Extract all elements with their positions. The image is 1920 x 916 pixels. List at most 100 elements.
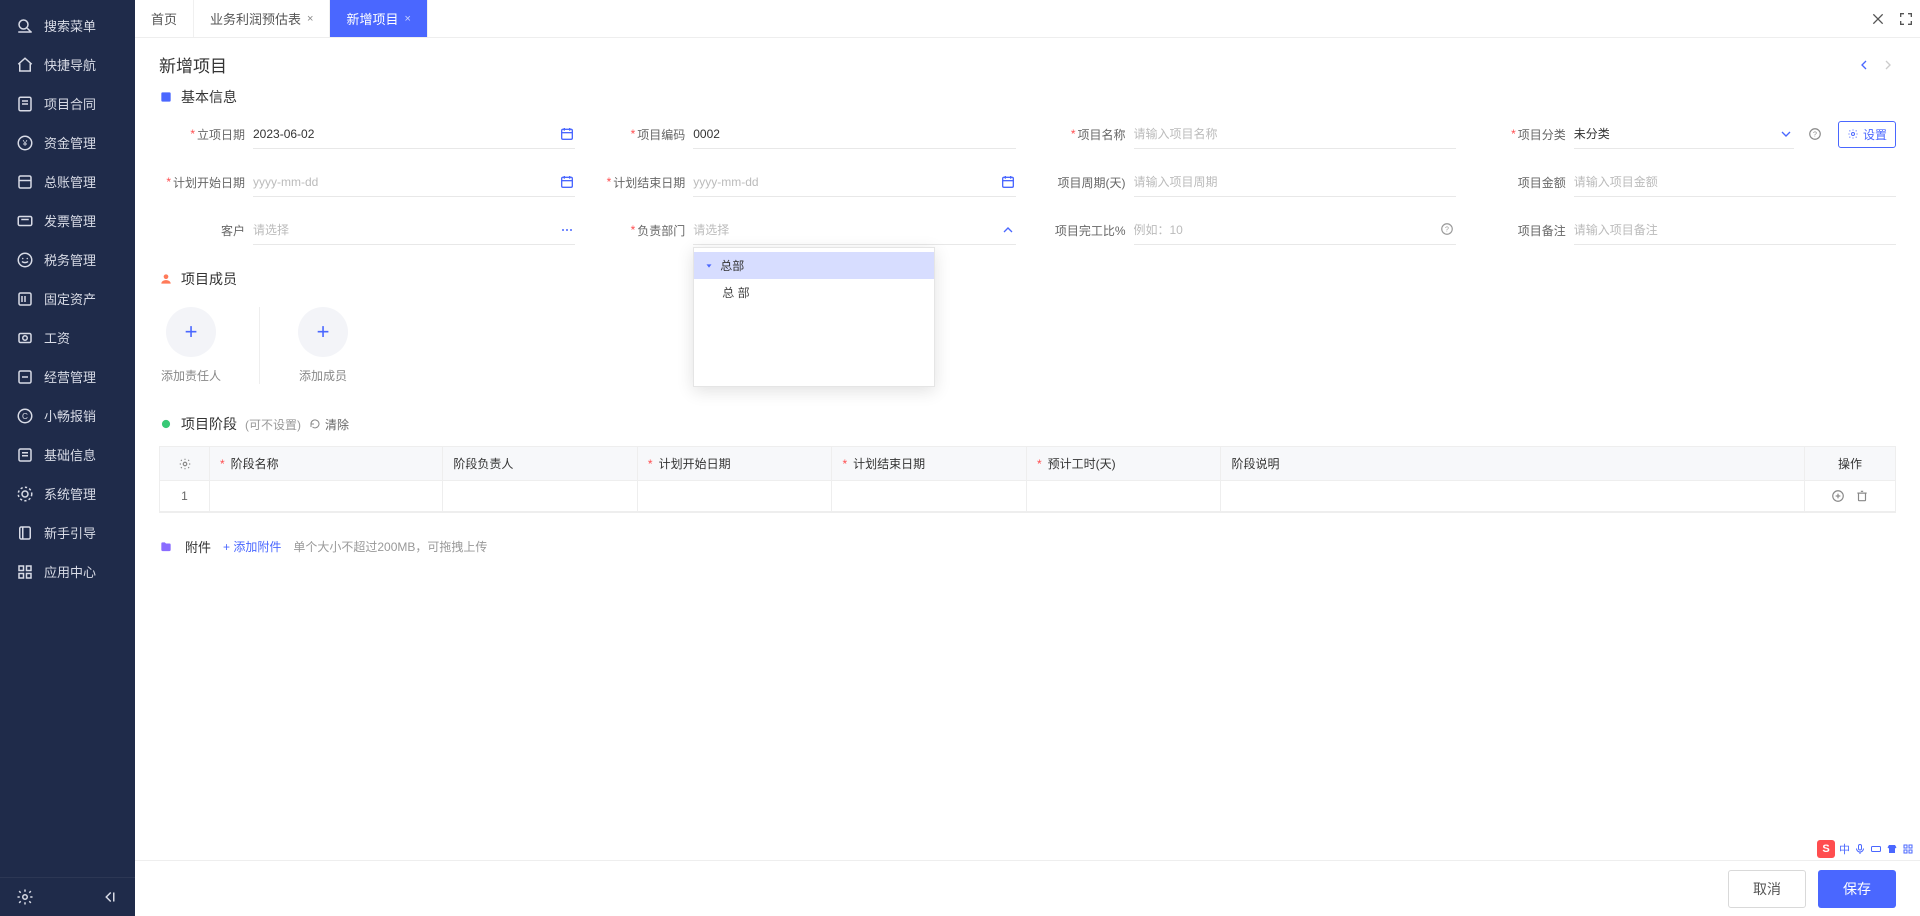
section-title: 项目阶段 <box>181 414 237 434</box>
code-input[interactable] <box>693 127 1015 141</box>
sidebar-item-search[interactable]: 搜索菜单 <box>0 6 135 45</box>
cell-owner[interactable] <box>443 481 638 512</box>
fullscreen-icon[interactable] <box>1898 11 1914 27</box>
plan-start-input[interactable] <box>253 175 559 189</box>
customer-select[interactable] <box>253 223 559 237</box>
sidebar-item-basicinfo[interactable]: 基础信息 <box>0 435 135 474</box>
footer: 取消 保存 <box>135 860 1920 916</box>
next-record-icon[interactable] <box>1880 57 1896 73</box>
sidebar-item-guide[interactable]: 新手引导 <box>0 513 135 552</box>
cell-start[interactable] <box>638 481 833 512</box>
field-label: 项目编码 <box>637 126 685 143</box>
sidebar-item-invoice[interactable]: 发票管理 <box>0 201 135 240</box>
plan-end-input[interactable] <box>693 175 999 189</box>
th-name: 阶段名称 <box>231 455 279 472</box>
sidebar-item-ledger[interactable]: 总账管理 <box>0 162 135 201</box>
cell-desc[interactable] <box>1221 481 1805 512</box>
tab-home[interactable]: 首页 <box>135 0 194 37</box>
apps-icon <box>16 563 34 581</box>
field-label: 计划开始日期 <box>173 174 245 191</box>
category-select[interactable] <box>1574 127 1778 141</box>
sidebar-item-tax[interactable]: 税务管理 <box>0 240 135 279</box>
tab-new-project[interactable]: 新增项目 × <box>330 0 427 37</box>
sidebar-item-label: 搜索菜单 <box>44 16 96 35</box>
cell-end[interactable] <box>832 481 1027 512</box>
close-icon[interactable]: × <box>404 13 410 25</box>
help-icon[interactable]: ? <box>1440 222 1456 238</box>
calendar-icon[interactable] <box>559 126 575 142</box>
gear-icon[interactable] <box>16 888 34 906</box>
collapse-icon[interactable] <box>101 888 119 906</box>
add-owner-button[interactable]: + <box>166 307 216 357</box>
cell-name[interactable] <box>210 481 443 512</box>
money-icon: ¥ <box>16 134 34 152</box>
cancel-button[interactable]: 取消 <box>1728 870 1806 908</box>
field-remark: 项目备注 <box>1480 215 1896 245</box>
ime-keyboard-icon <box>1870 843 1882 855</box>
complete-input[interactable] <box>1134 223 1440 237</box>
tab-label: 业务利润预估表 <box>210 9 301 28</box>
field-period: 项目周期(天) <box>1040 167 1456 197</box>
more-icon[interactable] <box>559 222 575 238</box>
field-label: 项目分类 <box>1518 126 1566 143</box>
tab-profit-estimate[interactable]: 业务利润预估表 × <box>194 0 330 37</box>
dept-select[interactable] <box>693 223 999 237</box>
amount-input[interactable] <box>1574 175 1896 189</box>
add-member-button[interactable]: + <box>298 307 348 357</box>
table-row[interactable]: 1 <box>160 481 1895 512</box>
sidebar-item-reimburse[interactable]: C 小畅报销 <box>0 396 135 435</box>
sidebar-item-assets[interactable]: 固定资产 <box>0 279 135 318</box>
dropdown-item-child[interactable]: 总 部 <box>694 279 934 306</box>
field-amount: 项目金额 <box>1480 167 1896 197</box>
ime-lang: 中 <box>1839 841 1850 857</box>
help-icon[interactable]: ? <box>1808 127 1822 141</box>
delete-row-icon[interactable] <box>1855 489 1869 503</box>
manage-icon <box>16 368 34 386</box>
add-owner-label: 添加责任人 <box>161 367 221 384</box>
prev-record-icon[interactable] <box>1856 57 1872 73</box>
date-input[interactable] <box>253 127 559 141</box>
sidebar-item-funds[interactable]: ¥ 资金管理 <box>0 123 135 162</box>
th-start: 计划开始日期 <box>659 455 731 472</box>
add-row-icon[interactable] <box>1831 489 1845 503</box>
close-all-icon[interactable] <box>1870 11 1886 27</box>
attachment-hint: 单个大小不超过200MB，可拖拽上传 <box>293 538 487 555</box>
category-settings-button[interactable]: 设置 <box>1838 121 1896 148</box>
ime-indicator: S 中 <box>1817 840 1914 858</box>
add-attachment-button[interactable]: + 添加附件 <box>223 538 281 555</box>
calendar-icon[interactable] <box>559 174 575 190</box>
dropdown-item-root[interactable]: 总部 <box>694 252 934 279</box>
contract-icon <box>16 95 34 113</box>
field-code: *项目编码 <box>599 119 1015 149</box>
tab-bar: 首页 业务利润预估表 × 新增项目 × <box>135 0 1920 38</box>
svg-text:?: ? <box>1813 131 1817 138</box>
content: 基本信息 *立项日期 *项目编码 <box>135 87 1920 860</box>
sidebar-item-quicknav[interactable]: 快捷导航 <box>0 45 135 84</box>
cell-hours[interactable] <box>1027 481 1222 512</box>
sidebar-item-system[interactable]: 系统管理 <box>0 474 135 513</box>
chevron-down-icon[interactable] <box>1778 126 1794 142</box>
table-settings-header[interactable] <box>160 447 210 481</box>
chevron-up-icon[interactable] <box>1000 222 1016 238</box>
remark-input[interactable] <box>1574 223 1896 237</box>
calendar-icon[interactable] <box>1000 174 1016 190</box>
sidebar-item-label: 基础信息 <box>44 445 96 464</box>
sidebar-item-apps[interactable]: 应用中心 <box>0 552 135 591</box>
sidebar-item-project-contract[interactable]: 项目合同 <box>0 84 135 123</box>
sidebar-item-salary[interactable]: 工资 <box>0 318 135 357</box>
th-action: 操作 <box>1838 455 1862 472</box>
period-input[interactable] <box>1134 175 1456 189</box>
name-input[interactable] <box>1134 127 1456 141</box>
dropdown-item-label: 总部 <box>720 257 744 274</box>
form-section-icon <box>159 90 173 104</box>
asset-icon <box>16 290 34 308</box>
sidebar-item-label: 应用中心 <box>44 562 96 581</box>
sidebar-item-label: 总账管理 <box>44 172 96 191</box>
close-icon[interactable]: × <box>307 13 313 25</box>
main: 首页 业务利润预估表 × 新增项目 × 新增项目 <box>135 0 1920 916</box>
sidebar-item-manage[interactable]: 经营管理 <box>0 357 135 396</box>
clear-stages-button[interactable]: 清除 <box>309 416 349 433</box>
save-button[interactable]: 保存 <box>1818 870 1896 908</box>
field-name: *项目名称 <box>1040 119 1456 149</box>
section-stages: 项目阶段 (可不设置) 清除 *阶段名称 阶段负责人 *计划开始日期 *计划结束… <box>159 414 1896 513</box>
